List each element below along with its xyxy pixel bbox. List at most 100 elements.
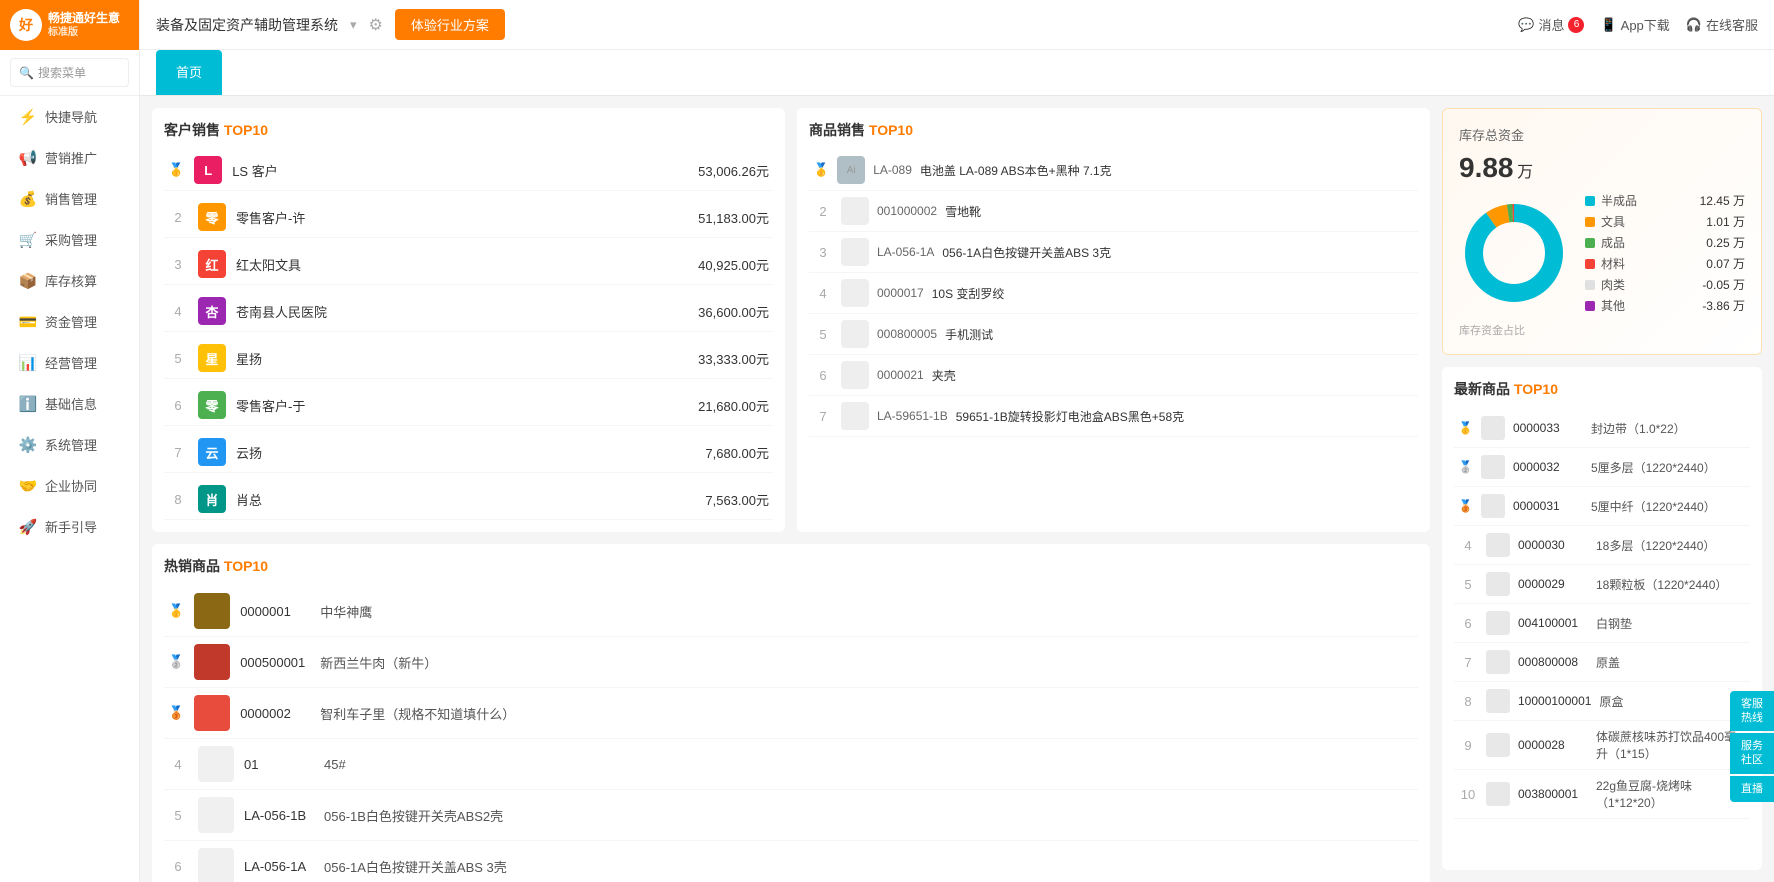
product-image bbox=[198, 797, 234, 833]
newest-thumb bbox=[1486, 782, 1510, 806]
sidebar-item-sales[interactable]: 💰 销售管理 bbox=[0, 178, 139, 219]
rank-1-medal-icon: 🥇 bbox=[168, 162, 184, 178]
experience-button[interactable]: 体验行业方案 bbox=[395, 9, 505, 40]
product-image bbox=[194, 695, 230, 731]
topbar: 装备及固定资产辅助管理系统 ▾ ⚙ 体验行业方案 💬 消息 6 📱 App下载 … bbox=[140, 0, 1774, 50]
hot-product-item: 🥉 0000002 智利车子里（规格不知道填什么） bbox=[164, 688, 1418, 739]
online-service-button[interactable]: 🎧 在线客服 bbox=[1686, 15, 1758, 34]
product-item: 🥇 Ai LA-089 电池盖 LA-089 ABS本色+黑种 7.1克 bbox=[809, 150, 1418, 191]
rank-num: 6 bbox=[1458, 616, 1478, 631]
customer-list: 🥇 L LS 客户 53,006.26元 2 零 零售客户-许 51,183.0… bbox=[164, 150, 773, 520]
newest-item: 🥇 0000033 封边带（1.0*22） bbox=[1454, 409, 1750, 448]
customer-amount: 33,333.00元 bbox=[698, 349, 769, 368]
newest-item: 🥉 0000031 5厘中纤（1220*2440） bbox=[1454, 487, 1750, 526]
dropdown-arrow-icon[interactable]: ▾ bbox=[350, 17, 357, 33]
hot-product-item: 6 LA-056-1A 056-1A白色按键开关盖ABS 3壳 bbox=[164, 841, 1418, 882]
customer-name: 红太阳文具 bbox=[236, 255, 688, 274]
customer-avatar: 红 bbox=[198, 250, 226, 278]
hot-products-list: 🥇 0000001 中华神鹰 🥈 000500001 新西兰牛肉（新牛） 🥉 bbox=[164, 586, 1418, 882]
rank-num: 6 bbox=[168, 859, 188, 874]
newest-products-list: 🥇 0000033 封边带（1.0*22） 🥈 0000032 5厘多层（122… bbox=[1454, 409, 1750, 819]
hot-product-item: 4 01 45# bbox=[164, 739, 1418, 790]
app-download-button[interactable]: 📱 App下载 bbox=[1600, 15, 1669, 34]
sidebar-item-finance[interactable]: 💳 资金管理 bbox=[0, 301, 139, 342]
customer-service-button[interactable]: 客服热线 bbox=[1730, 691, 1774, 732]
customer-name: 零售客户-许 bbox=[236, 208, 688, 227]
product-thumb bbox=[841, 238, 869, 266]
legend-dot bbox=[1585, 217, 1595, 227]
inventory-unit: 万 bbox=[1517, 164, 1533, 181]
newest-thumb bbox=[1481, 455, 1505, 479]
product-thumb bbox=[841, 279, 869, 307]
nav-icon-enterprise: 🤝 bbox=[19, 477, 37, 495]
sidebar-item-inventory[interactable]: 📦 库存核算 bbox=[0, 260, 139, 301]
newest-thumb bbox=[1486, 733, 1510, 757]
service-community-button[interactable]: 服务社区 bbox=[1730, 733, 1774, 774]
product-sales-title: 商品销售 TOP10 bbox=[809, 120, 1418, 140]
rank-num: 7 bbox=[1458, 655, 1478, 670]
nav-icon-inventory: 📦 bbox=[19, 272, 37, 290]
customer-avatar: 星 bbox=[198, 344, 226, 372]
sidebar-item-shortcuts[interactable]: ⚡ 快捷导航 bbox=[0, 96, 139, 137]
rank-num: 4 bbox=[168, 757, 188, 772]
headset-icon: 🎧 bbox=[1686, 17, 1702, 33]
customer-item: 🥇 L LS 客户 53,006.26元 bbox=[164, 150, 773, 191]
live-stream-button[interactable]: 直播 bbox=[1730, 776, 1774, 802]
sidebar-item-operations[interactable]: 📊 经营管理 bbox=[0, 342, 139, 383]
rank-3-medal-icon: 🥉 bbox=[168, 705, 184, 721]
legend-dot bbox=[1585, 238, 1595, 248]
legend-item: 肉类 -0.05 万 bbox=[1585, 276, 1745, 293]
customer-amount: 7,680.00元 bbox=[705, 443, 769, 462]
rank-num: 5 bbox=[1458, 577, 1478, 592]
tab-home[interactable]: 首页 bbox=[156, 50, 222, 95]
customer-item: 5 星 星扬 33,333.00元 bbox=[164, 338, 773, 379]
product-sales-list: 🥇 Ai LA-089 电池盖 LA-089 ABS本色+黑种 7.1克 2 0… bbox=[809, 150, 1418, 437]
sidebar-item-enterprise[interactable]: 🤝 企业协同 bbox=[0, 465, 139, 506]
donut-section: 半成品 12.45 万 文具 1.01 万 成品 0.25 万 bbox=[1459, 192, 1745, 314]
customer-item: 4 杏 苍南县人民医院 36,600.00元 bbox=[164, 291, 773, 332]
left-column: 客户销售 TOP10 🥇 L LS 客户 53,006.26元 2 零 bbox=[152, 108, 1430, 870]
rank-num: 8 bbox=[168, 492, 188, 507]
logo-text: 畅捷通好生意 标准版 bbox=[48, 11, 120, 40]
top-panels: 客户销售 TOP10 🥇 L LS 客户 53,006.26元 2 零 bbox=[152, 108, 1430, 532]
search-menu-button[interactable]: 🔍 搜索菜单 bbox=[10, 58, 129, 87]
hot-product-item: 🥈 000500001 新西兰牛肉（新牛） bbox=[164, 637, 1418, 688]
rank-num: 2 bbox=[813, 204, 833, 219]
rank-num: 10 bbox=[1458, 787, 1478, 802]
product-image bbox=[198, 746, 234, 782]
product-item: 3 LA-056-1A 056-1A白色按键开关盖ABS 3克 bbox=[809, 232, 1418, 273]
product-image bbox=[194, 644, 230, 680]
legend-item: 其他 -3.86 万 bbox=[1585, 297, 1745, 314]
product-image bbox=[194, 593, 230, 629]
nav-icon-finance: 💳 bbox=[19, 313, 37, 331]
sidebar-search[interactable]: 🔍 搜索菜单 bbox=[0, 50, 139, 96]
sidebar-item-system[interactable]: ⚙️ 系统管理 bbox=[0, 424, 139, 465]
customer-name: 肖总 bbox=[236, 490, 695, 509]
newest-products-card: 最新商品 TOP10 🥇 0000033 封边带（1.0*22） 🥈 00000… bbox=[1442, 367, 1762, 870]
product-thumb: Ai bbox=[837, 156, 865, 184]
newest-thumb bbox=[1486, 650, 1510, 674]
sidebar-item-purchase[interactable]: 🛒 采购管理 bbox=[0, 219, 139, 260]
settings-icon[interactable]: ⚙ bbox=[369, 15, 383, 35]
newest-thumb bbox=[1486, 689, 1510, 713]
nav-icon-basic-info: ℹ️ bbox=[19, 395, 37, 413]
rank-num: 6 bbox=[168, 398, 188, 413]
newest-products-title: 最新商品 TOP10 bbox=[1454, 379, 1750, 399]
rank-num: 4 bbox=[1458, 538, 1478, 553]
product-sales-card: 商品销售 TOP10 🥇 Ai LA-089 电池盖 LA-089 ABS本色+… bbox=[797, 108, 1430, 532]
topbar-right: 💬 消息 6 📱 App下载 🎧 在线客服 bbox=[1518, 15, 1758, 34]
nav-icon-marketing: 📢 bbox=[19, 149, 37, 167]
legend-dot bbox=[1585, 301, 1595, 311]
customer-amount: 36,600.00元 bbox=[698, 302, 769, 321]
system-title: 装备及固定资产辅助管理系统 bbox=[156, 15, 338, 35]
sidebar-item-guide[interactable]: 🚀 新手引导 bbox=[0, 506, 139, 547]
inventory-card: 库存总资金 9.88 万 bbox=[1442, 108, 1762, 355]
inventory-title: 库存总资金 bbox=[1459, 125, 1745, 144]
notification-button[interactable]: 💬 消息 6 bbox=[1518, 15, 1584, 34]
nav-tabs: 首页 bbox=[140, 50, 1774, 96]
rank-1-medal-icon: 🥇 bbox=[1458, 421, 1473, 435]
product-thumb bbox=[841, 320, 869, 348]
sidebar-item-marketing[interactable]: 📢 营销推广 bbox=[0, 137, 139, 178]
sidebar-nav: ⚡ 快捷导航 📢 营销推广 💰 销售管理 🛒 采购管理 📦 库存核算 💳 资金管… bbox=[0, 96, 139, 882]
sidebar-item-basic-info[interactable]: ℹ️ 基础信息 bbox=[0, 383, 139, 424]
